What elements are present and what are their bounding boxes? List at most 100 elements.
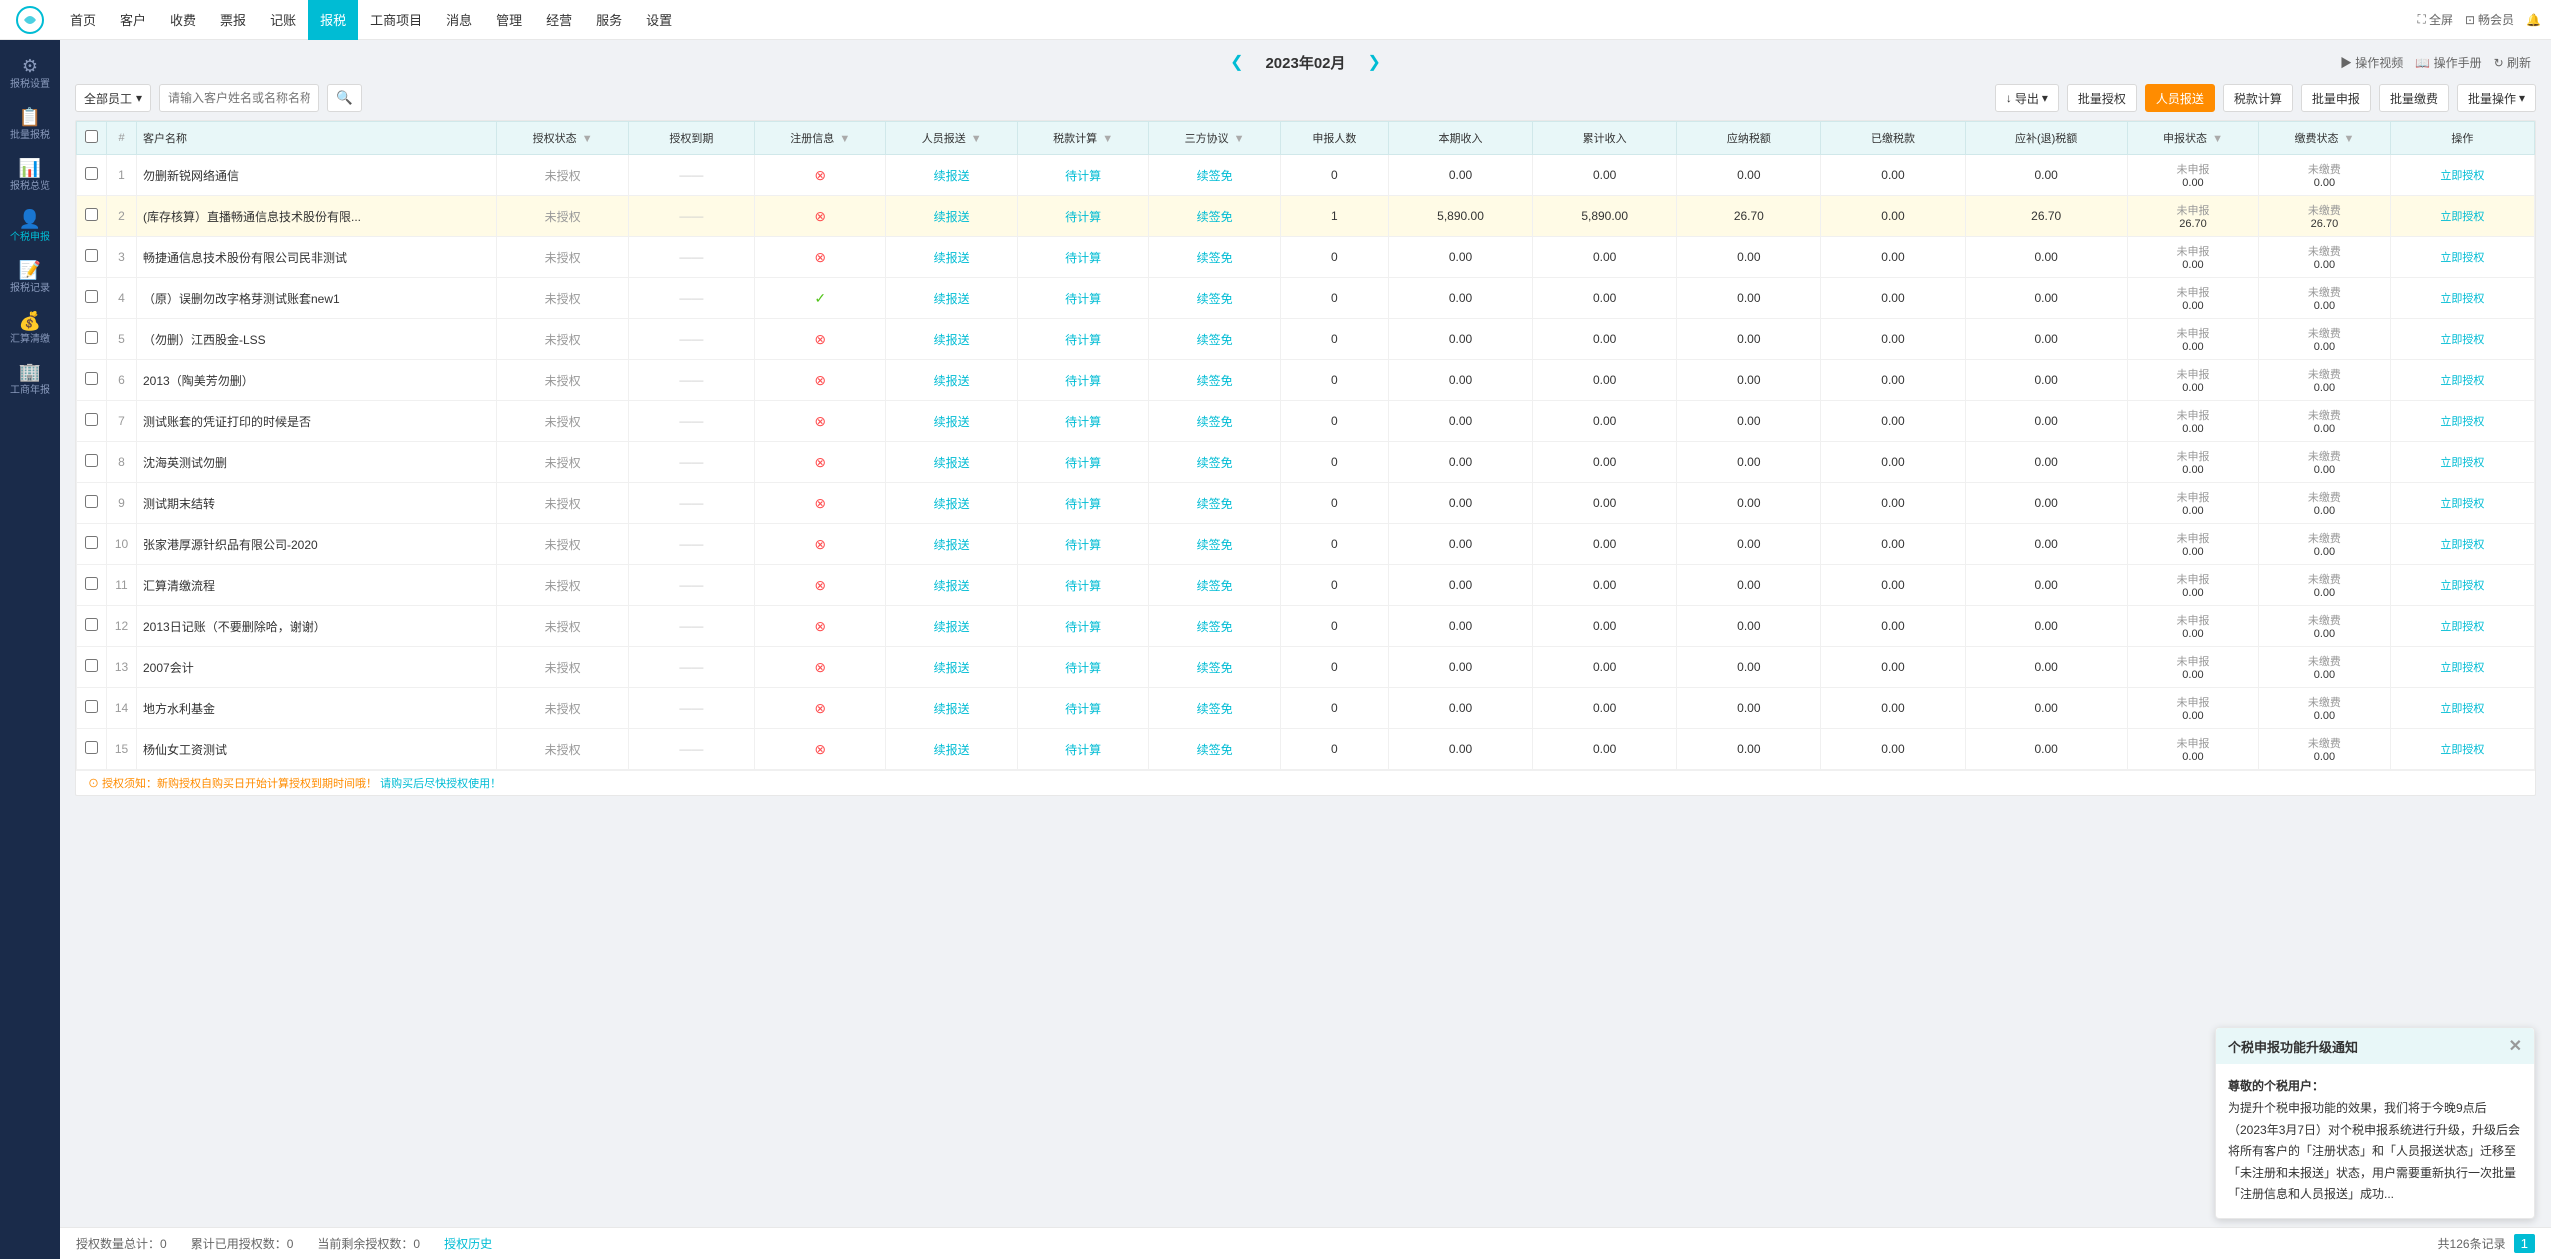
row-tax-calc[interactable]: 待计算 xyxy=(1017,237,1148,278)
row-tax-calc[interactable]: 待计算 xyxy=(1017,319,1148,360)
row-tax-calc[interactable]: 待计算 xyxy=(1017,524,1148,565)
row-action[interactable]: 立即授权 xyxy=(2390,319,2534,360)
row-tax-calc[interactable]: 待计算 xyxy=(1017,565,1148,606)
person-report-btn[interactable]: 人员报送 xyxy=(2145,84,2215,112)
row-checkbox[interactable] xyxy=(77,360,107,401)
row-action[interactable]: 立即授权 xyxy=(2390,155,2534,196)
customer-search-input[interactable] xyxy=(159,84,319,112)
row-person-report[interactable]: 续报送 xyxy=(886,360,1017,401)
header-checkbox[interactable] xyxy=(77,122,107,155)
header-reg-info[interactable]: 注册信息 ▼ xyxy=(755,122,886,155)
nav-item-management[interactable]: 管理 xyxy=(484,0,534,40)
row-triparty[interactable]: 续签免 xyxy=(1149,565,1280,606)
auth-history-link[interactable]: 授权历史 xyxy=(444,1235,492,1252)
row-checkbox[interactable] xyxy=(77,524,107,565)
row-person-report[interactable]: 续报送 xyxy=(886,606,1017,647)
nav-item-settings[interactable]: 设置 xyxy=(634,0,684,40)
row-person-report[interactable]: 续报送 xyxy=(886,278,1017,319)
row-action[interactable]: 立即授权 xyxy=(2390,237,2534,278)
sidebar-item-tax-overview[interactable]: 📊 报税总览 xyxy=(0,150,60,201)
row-checkbox[interactable] xyxy=(77,442,107,483)
header-pay-status[interactable]: 缴费状态 ▼ xyxy=(2259,122,2390,155)
row-triparty[interactable]: 续签免 xyxy=(1149,688,1280,729)
row-action[interactable]: 立即授权 xyxy=(2390,483,2534,524)
nav-item-tax[interactable]: 报税 xyxy=(308,0,358,40)
refresh-btn[interactable]: ↻ 刷新 xyxy=(2494,54,2531,71)
row-person-report[interactable]: 续报送 xyxy=(886,401,1017,442)
row-checkbox[interactable] xyxy=(77,155,107,196)
row-person-report[interactable]: 续报送 xyxy=(886,647,1017,688)
row-triparty[interactable]: 续签免 xyxy=(1149,483,1280,524)
row-tax-calc[interactable]: 待计算 xyxy=(1017,278,1148,319)
row-person-report[interactable]: 续报送 xyxy=(886,319,1017,360)
row-person-report[interactable]: 续报送 xyxy=(886,237,1017,278)
row-action[interactable]: 立即授权 xyxy=(2390,442,2534,483)
row-action[interactable]: 立即授权 xyxy=(2390,401,2534,442)
row-person-report[interactable]: 续报送 xyxy=(886,196,1017,237)
row-tax-calc[interactable]: 待计算 xyxy=(1017,155,1148,196)
row-tax-calc[interactable]: 待计算 xyxy=(1017,729,1148,770)
row-tax-calc[interactable]: 待计算 xyxy=(1017,442,1148,483)
row-checkbox[interactable] xyxy=(77,729,107,770)
row-triparty[interactable]: 续签免 xyxy=(1149,442,1280,483)
row-person-report[interactable]: 续报送 xyxy=(886,442,1017,483)
row-tax-calc[interactable]: 待计算 xyxy=(1017,360,1148,401)
row-triparty[interactable]: 续签免 xyxy=(1149,401,1280,442)
row-triparty[interactable]: 续签免 xyxy=(1149,729,1280,770)
row-tax-calc[interactable]: 待计算 xyxy=(1017,483,1148,524)
row-person-report[interactable]: 续报送 xyxy=(886,565,1017,606)
row-action[interactable]: 立即授权 xyxy=(2390,360,2534,401)
nav-item-operations[interactable]: 经营 xyxy=(534,0,584,40)
row-tax-calc[interactable]: 待计算 xyxy=(1017,688,1148,729)
row-person-report[interactable]: 续报送 xyxy=(886,688,1017,729)
row-checkbox[interactable] xyxy=(77,565,107,606)
header-auth-status[interactable]: 授权状态 ▼ xyxy=(497,122,628,155)
row-triparty[interactable]: 续签免 xyxy=(1149,237,1280,278)
row-triparty[interactable]: 续签免 xyxy=(1149,278,1280,319)
sidebar-item-tax-settings[interactable]: ⚙ 报税设置 xyxy=(0,48,60,99)
sidebar-item-personal-tax[interactable]: 👤 个税申报 xyxy=(0,201,60,252)
row-triparty[interactable]: 续签免 xyxy=(1149,319,1280,360)
batch-ops-btn[interactable]: 批量操作 ▾ xyxy=(2457,84,2536,112)
header-person-report[interactable]: 人员报送 ▼ xyxy=(886,122,1017,155)
sidebar-item-annual-report[interactable]: 🏢 工商年报 xyxy=(0,354,60,405)
nav-item-home[interactable]: 首页 xyxy=(58,0,108,40)
nav-item-messages[interactable]: 消息 xyxy=(434,0,484,40)
row-checkbox[interactable] xyxy=(77,237,107,278)
row-checkbox[interactable] xyxy=(77,483,107,524)
row-action[interactable]: 立即授权 xyxy=(2390,278,2534,319)
nav-item-billing[interactable]: 收费 xyxy=(158,0,208,40)
row-person-report[interactable]: 续报送 xyxy=(886,729,1017,770)
tax-calc-btn[interactable]: 税款计算 xyxy=(2223,84,2293,112)
row-action[interactable]: 立即授权 xyxy=(2390,524,2534,565)
sidebar-item-batch-tax[interactable]: 📋 批量报税 xyxy=(0,99,60,150)
row-checkbox[interactable] xyxy=(77,647,107,688)
row-checkbox[interactable] xyxy=(77,319,107,360)
nav-item-accounting[interactable]: 记账 xyxy=(258,0,308,40)
row-tax-calc[interactable]: 待计算 xyxy=(1017,196,1148,237)
row-tax-calc[interactable]: 待计算 xyxy=(1017,401,1148,442)
fullscreen-btn[interactable]: ⛶ 全屏 xyxy=(2418,11,2453,28)
row-checkbox[interactable] xyxy=(77,688,107,729)
export-btn[interactable]: ↓ 导出 ▾ xyxy=(1995,84,2059,112)
row-person-report[interactable]: 续报送 xyxy=(886,483,1017,524)
row-action[interactable]: 立即授权 xyxy=(2390,565,2534,606)
video-help-btn[interactable]: ▶ 操作视频 xyxy=(2340,54,2403,71)
batch-pay-btn[interactable]: 批量缴费 xyxy=(2379,84,2449,112)
row-person-report[interactable]: 续报送 xyxy=(886,155,1017,196)
row-triparty[interactable]: 续签免 xyxy=(1149,196,1280,237)
row-person-report[interactable]: 续报送 xyxy=(886,524,1017,565)
header-triparty[interactable]: 三方协议 ▼ xyxy=(1149,122,1280,155)
nav-item-service[interactable]: 服务 xyxy=(584,0,634,40)
row-action[interactable]: 立即授权 xyxy=(2390,647,2534,688)
row-checkbox[interactable] xyxy=(77,196,107,237)
sidebar-item-settlement[interactable]: 💰 汇算清缴 xyxy=(0,303,60,354)
row-checkbox[interactable] xyxy=(77,278,107,319)
header-report-status[interactable]: 申报状态 ▼ xyxy=(2127,122,2258,155)
page-1-btn[interactable]: 1 xyxy=(2514,1234,2535,1253)
row-action[interactable]: 立即授权 xyxy=(2390,606,2534,647)
nav-item-commerce[interactable]: 工商项目 xyxy=(358,0,434,40)
row-action[interactable]: 立即授权 xyxy=(2390,196,2534,237)
search-button[interactable]: 🔍 xyxy=(327,84,362,112)
row-triparty[interactable]: 续签免 xyxy=(1149,360,1280,401)
